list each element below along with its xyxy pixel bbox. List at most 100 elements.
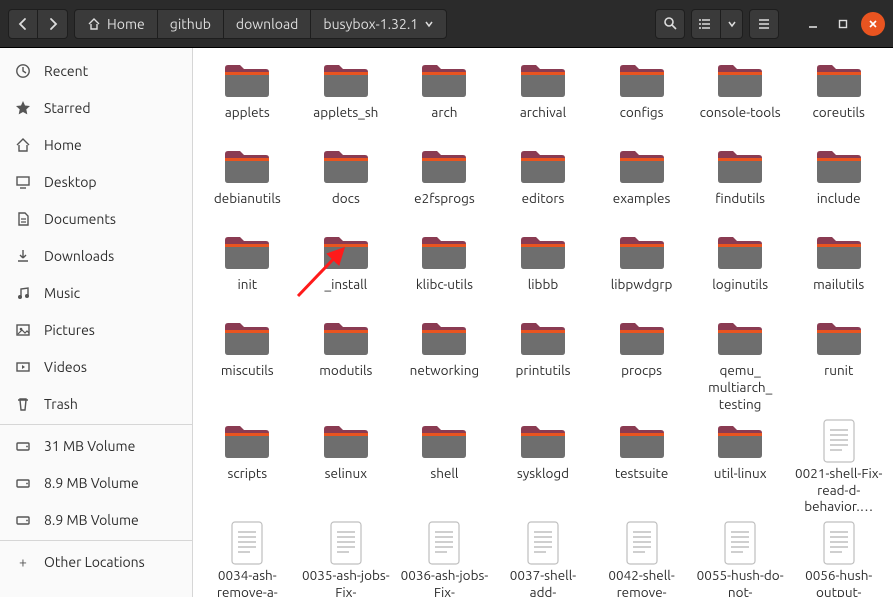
sidebar-other-locations[interactable]: + Other Locations xyxy=(0,543,192,580)
folder-item[interactable]: shell xyxy=(396,417,493,518)
folder-item[interactable]: printutils xyxy=(495,314,592,415)
sidebar-item-pictures[interactable]: Pictures xyxy=(0,311,192,348)
folder-item[interactable]: console-tools xyxy=(692,56,789,140)
folder-item[interactable]: findutils xyxy=(692,142,789,226)
folder-item[interactable]: runit xyxy=(790,314,887,415)
folder-icon xyxy=(322,421,370,461)
sidebar-item-trash[interactable]: Trash xyxy=(0,385,192,422)
sidebar-item-downloads[interactable]: Downloads xyxy=(0,237,192,274)
hamburger-button[interactable] xyxy=(749,9,779,39)
item-label: procps xyxy=(621,362,662,396)
file-item[interactable]: 0036-ash-jobs-Fix- xyxy=(396,519,493,597)
item-label: mailutils xyxy=(813,276,864,310)
forward-button[interactable] xyxy=(38,9,68,39)
sidebar-volume[interactable]: 31 MB Volume xyxy=(0,427,192,464)
folder-item[interactable]: coreutils xyxy=(790,56,887,140)
chevron-down-icon xyxy=(424,19,434,29)
folder-item[interactable]: selinux xyxy=(298,417,395,518)
folder-item[interactable]: qemu_multiarch_testing xyxy=(692,314,789,415)
back-button[interactable] xyxy=(8,9,38,39)
file-item[interactable]: 0056-hush-output- xyxy=(790,519,887,597)
sidebar-item-recent[interactable]: Recent xyxy=(0,52,192,89)
item-label: e2fsprogs xyxy=(414,190,475,224)
star-icon xyxy=(14,100,32,116)
folder-icon xyxy=(716,318,764,358)
file-item[interactable]: 0021-shell-Fix-read-d-behavior.… xyxy=(790,417,887,518)
disk-icon xyxy=(14,512,32,528)
home-icon xyxy=(14,137,32,153)
folder-item[interactable]: util-linux xyxy=(692,417,789,518)
path-seg-github[interactable]: github xyxy=(158,10,224,38)
folder-item[interactable]: applets xyxy=(199,56,296,140)
item-label: docs xyxy=(332,190,360,224)
list-view-button[interactable] xyxy=(691,9,721,39)
file-item[interactable]: 0037-shell-add- xyxy=(495,519,592,597)
folder-item[interactable]: examples xyxy=(593,142,690,226)
folder-item[interactable]: libbb xyxy=(495,228,592,312)
sidebar-item-documents[interactable]: Documents xyxy=(0,200,192,237)
folder-icon xyxy=(223,318,271,358)
folder-item[interactable]: mailutils xyxy=(790,228,887,312)
sidebar-item-music[interactable]: Music xyxy=(0,274,192,311)
sidebar-item-label: 8.9 MB Volume xyxy=(44,475,139,491)
sidebar-item-starred[interactable]: Starred xyxy=(0,89,192,126)
text-file-icon xyxy=(519,523,567,563)
folder-item[interactable]: editors xyxy=(495,142,592,226)
folder-item[interactable]: e2fsprogs xyxy=(396,142,493,226)
view-dropdown-button[interactable] xyxy=(721,9,743,39)
folder-item[interactable]: libpwdgrp xyxy=(593,228,690,312)
folder-icon xyxy=(519,60,567,100)
sidebar-item-videos[interactable]: Videos xyxy=(0,348,192,385)
folder-icon xyxy=(815,146,863,186)
folder-item[interactable]: debianutils xyxy=(199,142,296,226)
folder-icon xyxy=(420,318,468,358)
folder-item[interactable]: docs xyxy=(298,142,395,226)
nav-group xyxy=(8,9,68,39)
sidebar-volume[interactable]: 8.9 MB Volume xyxy=(0,501,192,538)
file-item[interactable]: 0055-hush-do-not- xyxy=(692,519,789,597)
file-item[interactable]: 0042-shell-remove- xyxy=(593,519,690,597)
folder-item[interactable]: configs xyxy=(593,56,690,140)
folder-item[interactable]: include xyxy=(790,142,887,226)
sidebar-item-home[interactable]: Home xyxy=(0,126,192,163)
folder-item[interactable]: loginutils xyxy=(692,228,789,312)
path-seg-home[interactable]: Home xyxy=(75,10,158,38)
file-item[interactable]: 0035-ash-jobs-Fix- xyxy=(298,519,395,597)
folder-item[interactable]: modutils xyxy=(298,314,395,415)
folder-item[interactable]: testsuite xyxy=(593,417,690,518)
item-label: sysklogd xyxy=(517,465,569,499)
item-label: 0021-shell-Fix-read-d-behavior.… xyxy=(794,465,884,516)
text-file-icon xyxy=(322,523,370,563)
sidebar-item-label: Downloads xyxy=(44,248,114,264)
path-seg-download[interactable]: download xyxy=(224,10,311,38)
folder-item[interactable]: miscutils xyxy=(199,314,296,415)
folder-item[interactable]: klibc-utils xyxy=(396,228,493,312)
folder-item[interactable]: networking xyxy=(396,314,493,415)
folder-item[interactable]: init xyxy=(199,228,296,312)
sidebar-item-label: Starred xyxy=(44,100,91,116)
item-label: libbb xyxy=(528,276,559,310)
folder-item[interactable]: _install xyxy=(298,228,395,312)
folder-item[interactable]: applets_sh xyxy=(298,56,395,140)
folder-item[interactable]: procps xyxy=(593,314,690,415)
text-file-icon xyxy=(223,523,271,563)
folder-item[interactable]: sysklogd xyxy=(495,417,592,518)
item-label: loginutils xyxy=(712,276,768,310)
path-seg-current[interactable]: busybox-1.32.1 xyxy=(311,10,446,38)
file-item[interactable]: 0034-ash-remove-a- xyxy=(199,519,296,597)
item-label: networking xyxy=(410,362,480,396)
item-label: 0042-shell-remove- xyxy=(597,567,687,597)
sidebar-item-desktop[interactable]: Desktop xyxy=(0,163,192,200)
window-maximize-button[interactable] xyxy=(831,12,855,36)
sidebar-item-label: Trash xyxy=(44,396,78,412)
folder-item[interactable]: scripts xyxy=(199,417,296,518)
folder-item[interactable]: arch xyxy=(396,56,493,140)
sidebar-volume[interactable]: 8.9 MB Volume xyxy=(0,464,192,501)
sidebar-item-label: Other Locations xyxy=(44,554,145,570)
pictures-icon xyxy=(14,322,32,338)
window-minimize-button[interactable] xyxy=(801,12,825,36)
search-button[interactable] xyxy=(655,9,685,39)
item-label: debianutils xyxy=(214,190,281,224)
folder-item[interactable]: archival xyxy=(495,56,592,140)
window-close-button[interactable] xyxy=(861,12,885,36)
